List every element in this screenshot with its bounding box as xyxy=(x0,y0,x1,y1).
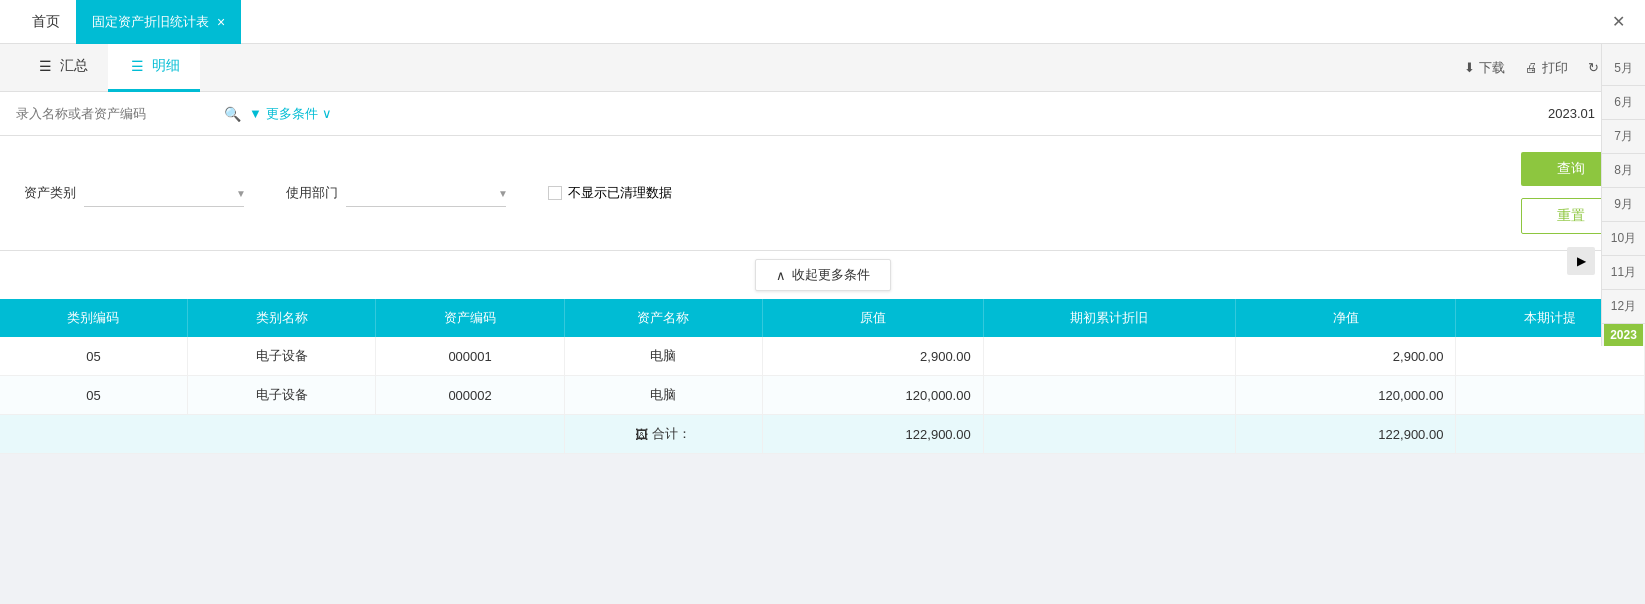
total-current-depreciation xyxy=(1456,415,1645,454)
cell-accumulated-depreciation xyxy=(983,337,1235,376)
tab-summary[interactable]: ☰ 汇总 xyxy=(16,44,108,92)
cell-original-value: 2,900.00 xyxy=(763,337,984,376)
search-icon: 🔍 xyxy=(224,106,241,122)
search-bar: 🔍 ▼ 更多条件 ∨ ▶ 2023.01 xyxy=(0,92,1645,136)
department-filter: 使用部门 ▼ xyxy=(286,179,508,207)
hide-cleared-checkbox[interactable]: 不显示已清理数据 xyxy=(548,184,672,202)
cell-current-depreciation xyxy=(1456,376,1645,415)
close-window-button[interactable]: ✕ xyxy=(1612,12,1625,31)
top-nav: 首页 固定资产折旧统计表 × ✕ xyxy=(0,0,1645,44)
cell-asset-code: 000002 xyxy=(376,376,565,415)
cell-asset-name: 电脑 xyxy=(564,376,762,415)
right-panel-month-12月[interactable]: 12月 xyxy=(1602,290,1645,324)
table-row: 05 电子设备 000002 电脑 120,000.00 120,000.00 xyxy=(0,376,1645,415)
asset-category-select[interactable] xyxy=(84,179,244,207)
checkbox-icon xyxy=(548,186,562,200)
download-button[interactable]: ⬇ 下载 xyxy=(1464,59,1505,77)
active-tab: 固定资产折旧统计表 × xyxy=(76,0,241,44)
right-panel-month-6月[interactable]: 6月 xyxy=(1602,86,1645,120)
date-label: 2023.01 xyxy=(1548,106,1595,121)
cell-net-value: 120,000.00 xyxy=(1235,376,1456,415)
col-net-value: 净值 xyxy=(1235,299,1456,337)
download-icon: ⬇ xyxy=(1464,60,1475,75)
home-link[interactable]: 首页 xyxy=(16,13,76,31)
print-label: 打印 xyxy=(1542,59,1568,77)
collapse-label: 收起更多条件 xyxy=(792,266,870,284)
cell-accumulated-depreciation xyxy=(983,376,1235,415)
close-tab-button[interactable]: × xyxy=(217,14,225,30)
total-accumulated-depreciation xyxy=(983,415,1235,454)
right-panel-month-11月[interactable]: 11月 xyxy=(1602,256,1645,290)
cell-net-value: 2,900.00 xyxy=(1235,337,1456,376)
right-panel-month-10月[interactable]: 10月 xyxy=(1602,222,1645,256)
tab-summary-label: 汇总 xyxy=(60,57,88,75)
arrow-right-icon: ▶ xyxy=(1577,254,1586,268)
right-panel-year: 2023 xyxy=(1604,324,1643,346)
table-row: 05 电子设备 000001 电脑 2,900.00 2,900.00 xyxy=(0,337,1645,376)
main-table: 类别编码 类别名称 资产编码 资产名称 原值 期初累计折旧 净值 本期计提 05… xyxy=(0,299,1645,454)
table-header-row: 类别编码 类别名称 资产编码 资产名称 原值 期初累计折旧 净值 本期计提 xyxy=(0,299,1645,337)
cell-original-value: 120,000.00 xyxy=(763,376,984,415)
detail-icon: ☰ xyxy=(128,57,146,75)
cell-category-code: 05 xyxy=(0,376,187,415)
department-label: 使用部门 xyxy=(286,184,338,202)
cell-category-code: 05 xyxy=(0,337,187,376)
department-select[interactable] xyxy=(346,179,506,207)
filter-row: 资产类别 ▼ 使用部门 ▼ 不显示已清理数据 查询 重置 xyxy=(24,152,1621,234)
total-icon: 🖼 xyxy=(635,427,648,442)
col-asset-code: 资产编码 xyxy=(376,299,565,337)
filter-icon: ▼ xyxy=(249,106,262,121)
chevron-down-icon: ∨ xyxy=(322,106,332,121)
asset-category-label: 资产类别 xyxy=(24,184,76,202)
print-icon: 🖨 xyxy=(1525,60,1538,75)
asset-category-filter: 资产类别 ▼ xyxy=(24,179,246,207)
more-conditions-label: 更多条件 xyxy=(266,105,318,123)
nav-arrow-button[interactable]: ▶ xyxy=(1567,247,1595,275)
col-category-code: 类别编码 xyxy=(0,299,187,337)
cell-asset-name: 电脑 xyxy=(564,337,762,376)
more-conditions-button[interactable]: ▼ 更多条件 ∨ xyxy=(249,105,332,123)
search-input[interactable] xyxy=(16,106,216,121)
right-panel-month-9月[interactable]: 9月 xyxy=(1602,188,1645,222)
col-original-value: 原值 xyxy=(763,299,984,337)
total-original-value: 122,900.00 xyxy=(763,415,984,454)
cell-category-name: 电子设备 xyxy=(187,376,376,415)
total-label-cell xyxy=(0,415,564,454)
total-row: 🖼 合计： 122,900.00 122,900.00 xyxy=(0,415,1645,454)
col-asset-name: 资产名称 xyxy=(564,299,762,337)
print-button[interactable]: 🖨 打印 xyxy=(1525,59,1568,77)
collapse-icon: ∧ xyxy=(776,268,786,283)
tab-label: 固定资产折旧统计表 xyxy=(92,13,209,31)
right-panel-month-5月[interactable]: 5月 xyxy=(1602,52,1645,86)
summary-icon: ☰ xyxy=(36,57,54,75)
cell-category-name: 电子设备 xyxy=(187,337,376,376)
col-accumulated-depreciation: 期初累计折旧 xyxy=(983,299,1235,337)
table-body: 05 电子设备 000001 电脑 2,900.00 2,900.00 05 电… xyxy=(0,337,1645,454)
collapse-row: ∧ 收起更多条件 xyxy=(0,251,1645,299)
tab-detail-label: 明细 xyxy=(152,57,180,75)
collapse-button[interactable]: ∧ 收起更多条件 xyxy=(755,259,891,291)
download-label: 下载 xyxy=(1479,59,1505,77)
filter-area: 资产类别 ▼ 使用部门 ▼ 不显示已清理数据 查询 重置 xyxy=(0,136,1645,251)
asset-category-arrow-icon: ▼ xyxy=(236,188,246,199)
hide-cleared-label: 不显示已清理数据 xyxy=(568,184,672,202)
tab-detail[interactable]: ☰ 明细 xyxy=(108,44,200,92)
sub-tabs-bar: ☰ 汇总 ☰ 明细 ⬇ 下载 🖨 打印 ↻ 刷新 xyxy=(0,44,1645,92)
right-panel-month-7月[interactable]: 7月 xyxy=(1602,120,1645,154)
cell-asset-code: 000001 xyxy=(376,337,565,376)
total-net-value: 122,900.00 xyxy=(1235,415,1456,454)
right-panel-month-8月[interactable]: 8月 xyxy=(1602,154,1645,188)
department-arrow-icon: ▼ xyxy=(498,188,508,199)
col-category-name: 类别名称 xyxy=(187,299,376,337)
right-panel: 5月6月7月8月9月10月11月12月2023 xyxy=(1601,44,1645,346)
table-container: 类别编码 类别名称 资产编码 资产名称 原值 期初累计折旧 净值 本期计提 05… xyxy=(0,299,1645,454)
total-label: 🖼 合计： xyxy=(564,415,762,454)
refresh-icon: ↻ xyxy=(1588,60,1599,75)
